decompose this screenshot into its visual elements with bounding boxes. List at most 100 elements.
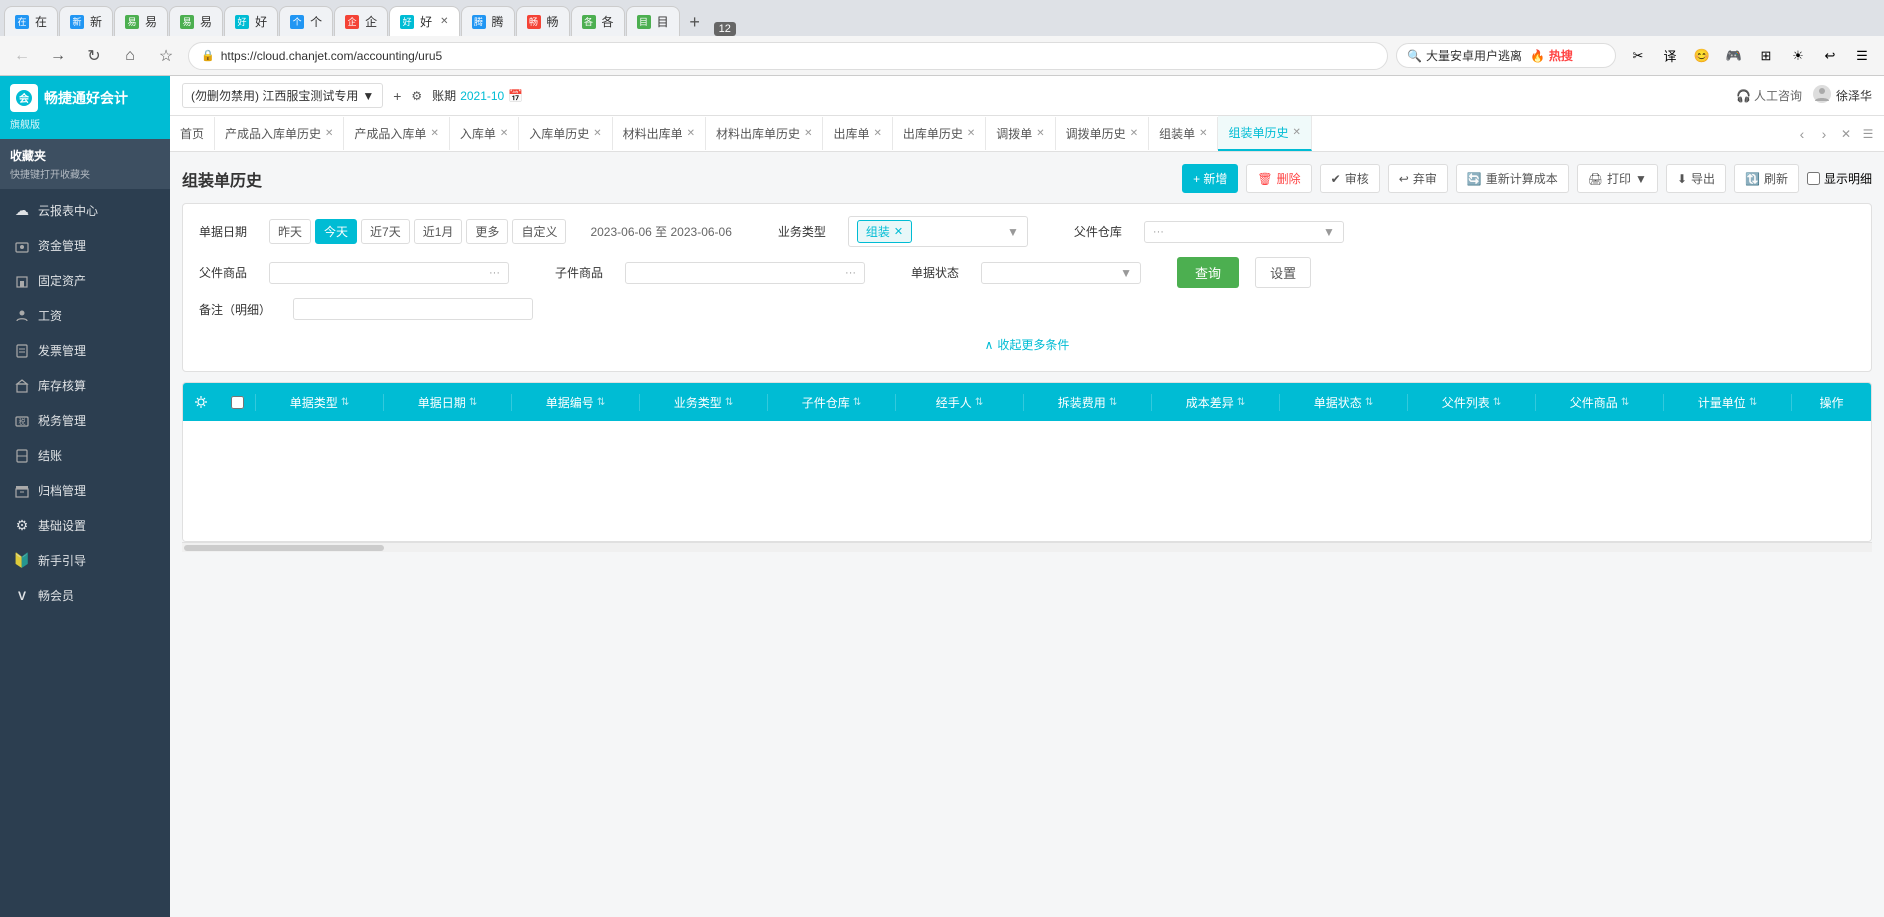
undo-icon[interactable]: ↩ bbox=[1816, 42, 1844, 70]
tab-assemble[interactable]: 组装单 ✕ bbox=[1149, 117, 1218, 150]
remark-filter[interactable] bbox=[293, 298, 533, 320]
sidebar-item-inventory[interactable]: 库存核算 bbox=[0, 368, 170, 403]
recalc-button[interactable]: 🔄 重新计算成本 bbox=[1456, 164, 1569, 193]
delete-button[interactable]: 🗑 删除 bbox=[1246, 164, 1311, 193]
home-button[interactable]: ⌂ bbox=[116, 42, 144, 70]
emoji-icon[interactable]: 😊 bbox=[1688, 42, 1716, 70]
bookmark-button[interactable]: ☆ bbox=[152, 42, 180, 70]
menu-icon[interactable]: ☰ bbox=[1848, 42, 1876, 70]
date-btn-more[interactable]: 更多 bbox=[466, 219, 508, 244]
period-selector[interactable]: 账期 2021-10 📅 bbox=[432, 87, 523, 104]
th-disassembly-fee[interactable]: 拆装费用 ⇅ bbox=[1023, 394, 1151, 411]
tab-7[interactable]: 好 好 ✕ bbox=[389, 6, 459, 36]
nav-close-all[interactable]: ✕ bbox=[1836, 124, 1856, 144]
horizontal-scrollbar[interactable] bbox=[182, 542, 1872, 552]
sidebar-item-settings[interactable]: ⚙ 基础设置 bbox=[0, 508, 170, 543]
date-btn-yesterday[interactable]: 昨天 bbox=[269, 219, 311, 244]
sidebar-item-invoice[interactable]: 发票管理 bbox=[0, 333, 170, 368]
audit-button[interactable]: ✔ 审核 bbox=[1320, 164, 1380, 193]
close-out[interactable]: ✕ bbox=[873, 128, 881, 139]
forward-button[interactable]: → bbox=[44, 42, 72, 70]
translate-icon[interactable]: 译 bbox=[1656, 42, 1684, 70]
tab-stock-in-history[interactable]: 入库单历史 ✕ bbox=[519, 117, 612, 150]
sidebar-item-fixed-assets[interactable]: 固定资产 bbox=[0, 263, 170, 298]
parent-goods-filter[interactable]: ··· bbox=[269, 262, 509, 284]
tab-finished-history[interactable]: 产成品入库单历史 ✕ bbox=[215, 117, 344, 150]
tab-assemble-history[interactable]: 组装单历史 ✕ bbox=[1218, 116, 1311, 151]
grid-icon[interactable]: ⊞ bbox=[1752, 42, 1780, 70]
new-tab-button[interactable]: + bbox=[681, 8, 709, 36]
child-goods-filter[interactable]: ··· bbox=[625, 262, 865, 284]
close-material-out[interactable]: ✕ bbox=[687, 128, 695, 139]
tab-4[interactable]: 好 好 bbox=[224, 6, 278, 36]
parent-warehouse-dropdown[interactable]: ▼ bbox=[1323, 225, 1335, 239]
child-goods-input[interactable] bbox=[634, 266, 845, 280]
remark-input[interactable] bbox=[302, 302, 524, 316]
tab-stock-in[interactable]: 入库单 ✕ bbox=[450, 117, 519, 150]
close-material-out-history[interactable]: ✕ bbox=[804, 128, 812, 139]
sidebar-item-guide[interactable]: 🔰 新手引导 bbox=[0, 543, 170, 578]
close-finished[interactable]: ✕ bbox=[430, 128, 438, 139]
add-company-btn[interactable]: + bbox=[393, 88, 401, 104]
th-parent-goods[interactable]: 父件商品 ⇅ bbox=[1535, 394, 1663, 411]
scroll-thumb[interactable] bbox=[184, 545, 384, 551]
nav-next-arrow[interactable]: › bbox=[1814, 124, 1834, 144]
close-transfer[interactable]: ✕ bbox=[1036, 128, 1044, 139]
refresh-button[interactable]: 🔃 刷新 bbox=[1734, 164, 1799, 193]
tab-8[interactable]: 腾 腾 bbox=[461, 6, 515, 36]
th-bill-no[interactable]: 单据编号 ⇅ bbox=[511, 394, 639, 411]
nav-prev-arrow[interactable]: ‹ bbox=[1792, 124, 1812, 144]
tab-10[interactable]: 各 各 bbox=[571, 6, 625, 36]
tab-material-out[interactable]: 材料出库单 ✕ bbox=[613, 117, 706, 150]
brightness-icon[interactable]: ☀ bbox=[1784, 42, 1812, 70]
th-handler[interactable]: 经手人 ⇅ bbox=[895, 394, 1023, 411]
tab-2[interactable]: 易 易 bbox=[114, 6, 168, 36]
abandon-button[interactable]: ↩ 弃审 bbox=[1388, 164, 1448, 193]
sidebar-item-archive[interactable]: 归档管理 bbox=[0, 473, 170, 508]
tab-transfer-history[interactable]: 调拨单历史 ✕ bbox=[1056, 117, 1149, 150]
sidebar-favorites[interactable]: 收藏夹 快捷键打开收藏夹 bbox=[0, 139, 170, 189]
biz-type-tag-close[interactable]: ✕ bbox=[894, 225, 903, 238]
query-button[interactable]: 查询 bbox=[1177, 257, 1239, 288]
tab-0[interactable]: 在 在 bbox=[4, 6, 58, 36]
tab-3[interactable]: 易 易 bbox=[169, 6, 223, 36]
user-avatar[interactable]: 徐泽华 bbox=[1812, 84, 1872, 107]
tab-close-7[interactable]: ✕ bbox=[440, 16, 448, 27]
tab-out[interactable]: 出库单 ✕ bbox=[823, 117, 892, 150]
sidebar-item-cloud-report[interactable]: ☁ 云报表中心 bbox=[0, 193, 170, 228]
th-cost-diff[interactable]: 成本差异 ⇅ bbox=[1151, 394, 1279, 411]
table-select-all[interactable] bbox=[219, 396, 255, 409]
sidebar-item-close-account[interactable]: 结账 bbox=[0, 438, 170, 473]
tab-1[interactable]: 新 新 bbox=[59, 6, 113, 36]
th-child-warehouse[interactable]: 子件仓库 ⇅ bbox=[767, 394, 895, 411]
set-button[interactable]: 设置 bbox=[1255, 257, 1311, 288]
close-transfer-history[interactable]: ✕ bbox=[1130, 128, 1138, 139]
close-out-history[interactable]: ✕ bbox=[967, 128, 975, 139]
biz-type-filter[interactable]: 组装 ✕ ▼ bbox=[848, 216, 1028, 247]
help-button[interactable]: 🎧 人工咨询 bbox=[1736, 87, 1802, 104]
tab-material-out-history[interactable]: 材料出库单历史 ✕ bbox=[706, 117, 823, 150]
sidebar-item-member[interactable]: V 畅会员 bbox=[0, 578, 170, 613]
tab-5[interactable]: 个 个 bbox=[279, 6, 333, 36]
scissors-icon[interactable]: ✂ bbox=[1624, 42, 1652, 70]
new-button[interactable]: + 新增 bbox=[1182, 164, 1238, 193]
parent-warehouse-filter[interactable]: ··· ▼ bbox=[1144, 221, 1344, 243]
sidebar-item-fund[interactable]: 资金管理 bbox=[0, 228, 170, 263]
date-btn-today[interactable]: 今天 bbox=[315, 219, 357, 244]
th-bill-date[interactable]: 单据日期 ⇅ bbox=[383, 394, 511, 411]
show-detail-checkbox[interactable] bbox=[1807, 172, 1820, 185]
sidebar-item-tax[interactable]: 税 税务管理 bbox=[0, 403, 170, 438]
date-btn-1month[interactable]: 近1月 bbox=[414, 219, 463, 244]
tab-out-history[interactable]: 出库单历史 ✕ bbox=[893, 117, 986, 150]
export-button[interactable]: ⬇ 导出 bbox=[1666, 164, 1726, 193]
bill-status-filter[interactable]: ▼ bbox=[981, 262, 1141, 284]
date-btn-custom[interactable]: 自定义 bbox=[512, 219, 566, 244]
close-assemble-history[interactable]: ✕ bbox=[1293, 127, 1301, 138]
company-selector[interactable]: (勿删勿禁用) 江西服宝测试专用 ▼ bbox=[182, 83, 383, 108]
select-all-checkbox[interactable] bbox=[231, 396, 244, 409]
close-stock-in-history[interactable]: ✕ bbox=[593, 128, 601, 139]
th-bill-status[interactable]: 单据状态 ⇅ bbox=[1279, 394, 1407, 411]
sidebar-item-payroll[interactable]: 工资 bbox=[0, 298, 170, 333]
tab-11[interactable]: 目 目 bbox=[626, 6, 680, 36]
print-button[interactable]: 🖨 打印 ▼ bbox=[1577, 164, 1658, 193]
